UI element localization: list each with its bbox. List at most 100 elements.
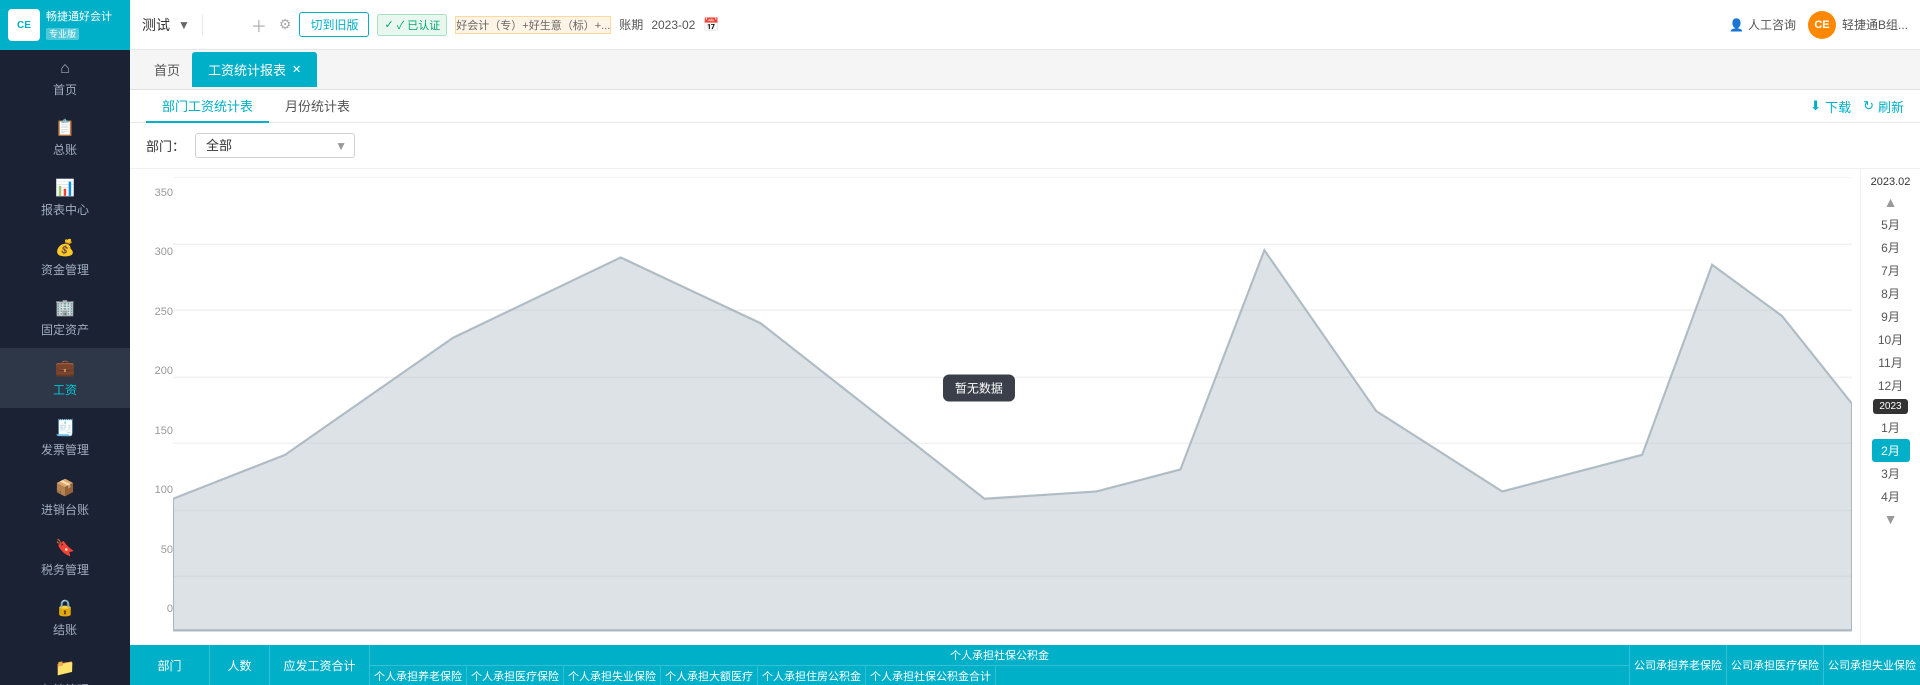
col-salary: 应发工资合计 <box>270 645 370 685</box>
col-personal-3: 个人承担失业保险 <box>564 666 661 685</box>
date-month-9[interactable]: 9月 <box>1861 305 1920 328</box>
sidebar-item-label: 资金管理 <box>41 261 89 278</box>
date-year-badge: 2023 <box>1873 399 1907 414</box>
company-name: 测试 <box>142 15 170 35</box>
calendar-icon[interactable]: 📅 <box>703 17 719 33</box>
sidebar: CE 畅捷通好会计 专业版 ⌂ 首页 📋 总账 📊 报表中心 💰 资金管理 🏢 … <box>0 0 130 685</box>
company-dropdown[interactable]: ▼ <box>178 18 190 32</box>
sidebar-item-home[interactable]: ⌂ 首页 <box>0 50 130 108</box>
sub-tab-dept[interactable]: 部门工资统计表 <box>146 90 269 123</box>
archive-icon: 📁 <box>55 658 75 678</box>
sidebar-item-general-ledger[interactable]: 📋 总账 <box>0 108 130 168</box>
sub-tab-bar: 部门工资统计表 月份统计表 <box>146 90 1810 122</box>
payroll-icon: 💼 <box>55 358 75 378</box>
sidebar-item-funds[interactable]: 💰 资金管理 <box>0 228 130 288</box>
switch-old-btn[interactable]: 切到旧版 <box>299 12 369 37</box>
date-month-12[interactable]: 12月 <box>1861 374 1920 397</box>
divider1 <box>202 15 203 35</box>
date-nav-up[interactable]: ▲ <box>1881 191 1901 213</box>
funds-icon: 💰 <box>55 238 75 258</box>
tab-bar: 首页 工资统计报表 ✕ <box>130 50 1920 90</box>
sidebar-item-label: 发票管理 <box>41 441 89 458</box>
consult-btn[interactable]: 👤 人工咨询 <box>1729 16 1796 33</box>
sidebar-item-closing[interactable]: 🔒 结账 <box>0 588 130 648</box>
purchase-sale-icon: 📦 <box>55 478 75 498</box>
sidebar-item-purchase-sale[interactable]: 📦 进销台账 <box>0 468 130 528</box>
date-month-7[interactable]: 7月 <box>1861 259 1920 282</box>
date-month-8[interactable]: 8月 <box>1861 282 1920 305</box>
sidebar-item-label: 报表中心 <box>41 201 89 218</box>
date-month-4[interactable]: 4月 <box>1861 485 1920 508</box>
home-icon: ⌂ <box>60 60 70 78</box>
col-company-2: 公司承担医疗保险 <box>1727 645 1824 685</box>
date-month-3[interactable]: 3月 <box>1861 462 1920 485</box>
tab-home[interactable]: 首页 <box>142 52 192 87</box>
good-tag: 好会计（专）+好生意（标）+... <box>455 16 611 34</box>
refresh-icon: ↻ <box>1863 98 1874 114</box>
main-area: 测试 ▼ ＋ ⚙ 切到旧版 ✓ ✓ 已认证 好会计（专）+好生意（标）+... … <box>130 0 1920 685</box>
logo-badge: 专业版 <box>46 28 79 40</box>
period-label: 账期 <box>619 16 643 33</box>
toolbar-right: ⬇ 下载 ↻ 刷新 <box>1810 97 1904 116</box>
logo-text-line1: 畅捷通好会计 <box>46 10 112 24</box>
gear-icon[interactable]: ⚙ <box>279 16 292 33</box>
group-personal-cells: 个人承担养老保险 个人承担医疗保险 个人承担失业保险 个人承担大额医疗 个人承担… <box>370 666 1629 685</box>
sidebar-item-archive[interactable]: 📁 归档管理 <box>0 648 130 685</box>
col-company-1: 公司承担养老保险 <box>1630 645 1727 685</box>
col-personal-4: 个人承担大额医疗 <box>661 666 758 685</box>
logo-icon: CE <box>8 9 40 41</box>
user-avatar: CE <box>1808 11 1836 39</box>
sidebar-item-label: 税务管理 <box>41 561 89 578</box>
dept-select[interactable]: 全部 研发部 销售部 行政部 <box>195 133 355 158</box>
sidebar-nav: ⌂ 首页 📋 总账 📊 报表中心 💰 资金管理 🏢 固定资产 💼 工资 🧾 发票… <box>0 50 130 685</box>
closing-icon: 🔒 <box>55 598 75 618</box>
sidebar-item-label: 总账 <box>53 141 77 158</box>
chart-svg-area: 暂无数据 <box>173 177 1852 645</box>
tab-close-icon[interactable]: ✕ <box>292 63 301 76</box>
date-month-10[interactable]: 10月 <box>1861 328 1920 351</box>
certified-tag: ✓ ✓ 已认证 <box>377 14 447 36</box>
dept-select-wrapper: 全部 研发部 销售部 行政部 ▼ <box>195 133 355 158</box>
col-headcount: 人数 <box>210 645 270 685</box>
invoice-icon: 🧾 <box>55 418 75 438</box>
refresh-btn[interactable]: ↻ 刷新 <box>1863 97 1904 116</box>
topbar: 测试 ▼ ＋ ⚙ 切到旧版 ✓ ✓ 已认证 好会计（专）+好生意（标）+... … <box>130 0 1920 50</box>
date-year-label: 2023.02 <box>1867 173 1915 191</box>
col-dept: 部门 <box>130 645 210 685</box>
topbar-actions: 👤 人工咨询 CE 轻捷通B组... <box>1729 11 1908 39</box>
date-nav-down[interactable]: ▼ <box>1881 508 1901 530</box>
date-month-6[interactable]: 6月 <box>1861 236 1920 259</box>
sidebar-item-label: 结账 <box>53 621 77 638</box>
group-personal-header: 个人承担社保公积金 <box>370 645 1629 666</box>
consult-icon: 👤 <box>1729 18 1744 32</box>
sidebar-logo: CE 畅捷通好会计 专业版 <box>0 0 130 50</box>
chart-svg <box>173 177 1852 645</box>
toolbar: 部门： 全部 研发部 销售部 行政部 ▼ <box>130 123 1920 169</box>
sidebar-item-label: 首页 <box>53 81 77 98</box>
date-month-5[interactable]: 5月 <box>1861 213 1920 236</box>
sidebar-item-tax[interactable]: 🔖 税务管理 <box>0 528 130 588</box>
chart-y-axis: 350 300 250 200 150 100 50 0 <box>138 177 173 645</box>
sidebar-item-invoice[interactable]: 🧾 发票管理 <box>0 408 130 468</box>
download-btn[interactable]: ⬇ 下载 <box>1810 97 1851 116</box>
date-month-1[interactable]: 1月 <box>1861 416 1920 439</box>
dept-label: 部门： <box>146 136 185 155</box>
sub-tab-monthly[interactable]: 月份统计表 <box>269 90 366 123</box>
toolbar-left: 部门： 全部 研发部 销售部 行政部 ▼ <box>146 133 355 158</box>
sidebar-item-payroll[interactable]: 💼 工资 <box>0 348 130 408</box>
divider2 <box>219 15 239 35</box>
sidebar-item-label: 固定资产 <box>41 321 89 338</box>
sidebar-item-fixed-assets[interactable]: 🏢 固定资产 <box>0 288 130 348</box>
add-icon[interactable]: ＋ <box>251 13 267 37</box>
date-month-11[interactable]: 11月 <box>1861 351 1920 374</box>
date-month-2-active[interactable]: 2月 <box>1872 439 1910 462</box>
content-area: 部门工资统计表 月份统计表 ⬇ 下载 ↻ 刷新 部门： 全部 <box>130 90 1920 685</box>
tab-payroll-report[interactable]: 工资统计报表 ✕ <box>192 52 317 87</box>
user-name: 轻捷通B组... <box>1842 16 1908 33</box>
sidebar-item-label: 进销台账 <box>41 501 89 518</box>
user-area[interactable]: CE 轻捷通B组... <box>1808 11 1908 39</box>
sidebar-item-reports[interactable]: 📊 报表中心 <box>0 168 130 228</box>
sidebar-item-label: 工资 <box>53 381 77 398</box>
col-personal-6: 个人承担社保公积金合计 <box>866 666 996 685</box>
ledger-icon: 📋 <box>55 118 75 138</box>
